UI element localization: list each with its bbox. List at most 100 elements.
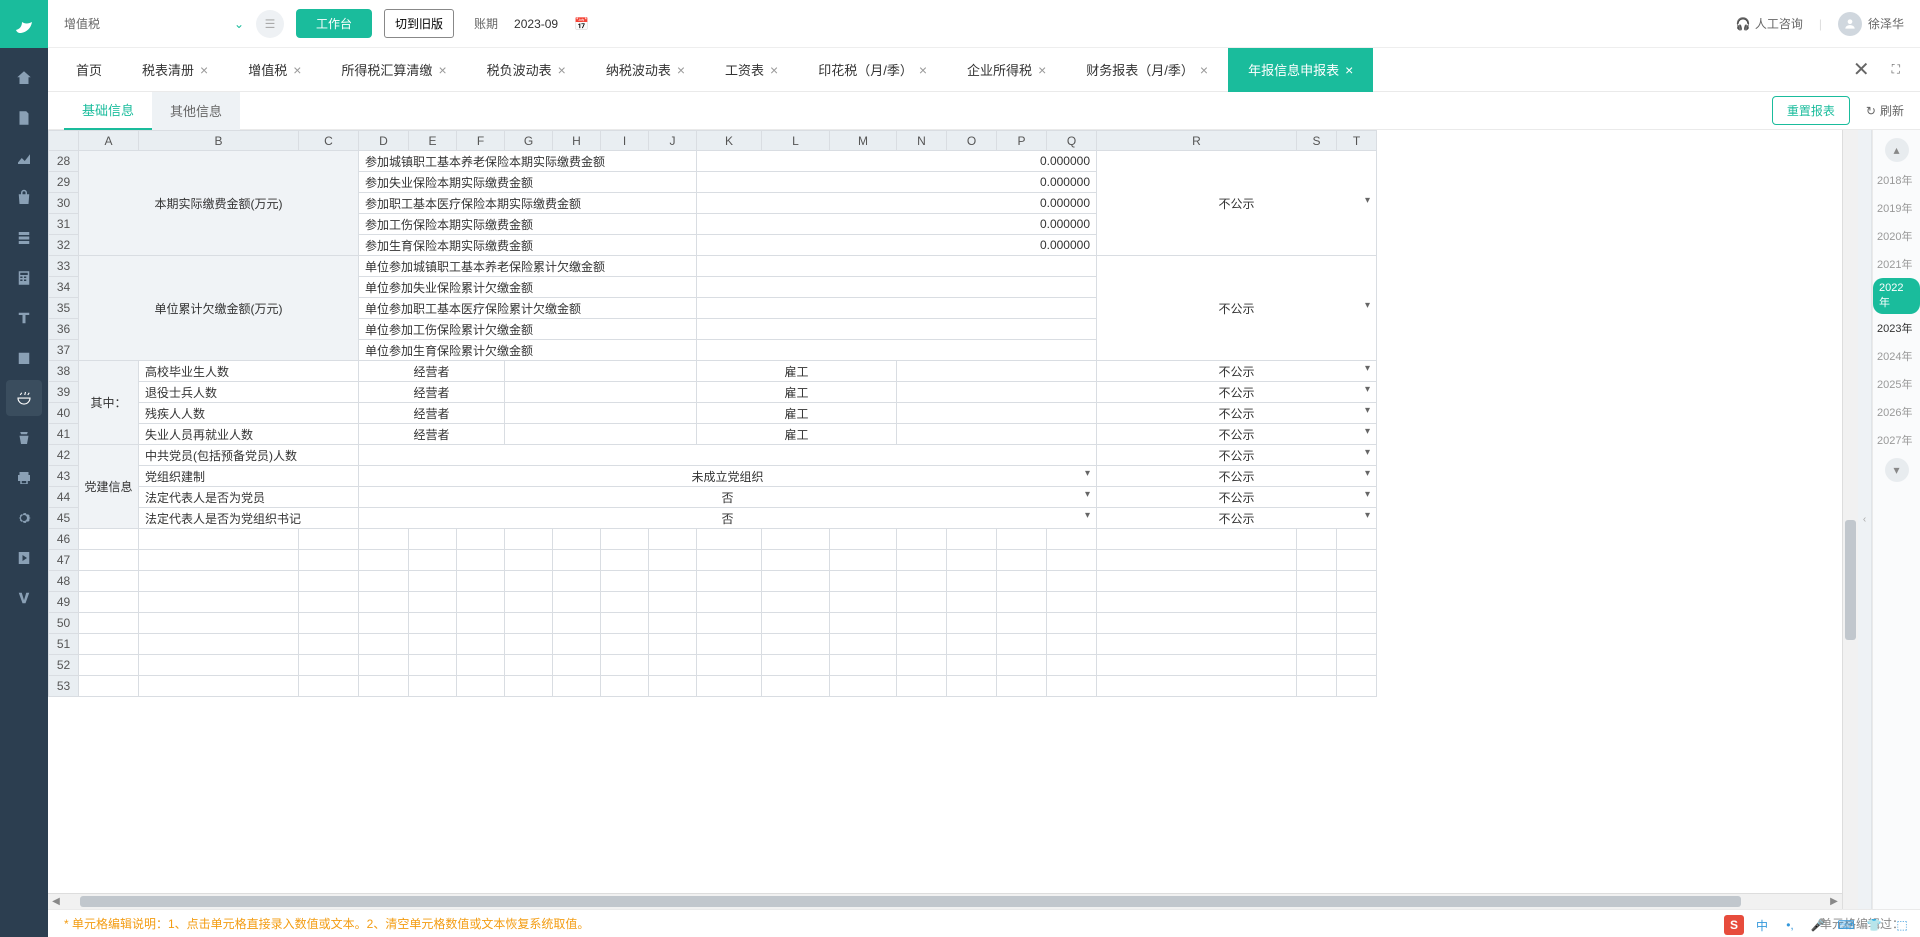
- close-icon[interactable]: ×: [1038, 62, 1046, 78]
- ime-kbd-icon[interactable]: ⌨: [1836, 915, 1856, 935]
- tab-工资表[interactable]: 工资表×: [705, 48, 798, 92]
- ime-mic-icon[interactable]: 🎤: [1808, 915, 1828, 935]
- cell[interactable]: [409, 550, 457, 571]
- year-2026年[interactable]: 2026年: [1873, 398, 1920, 426]
- cell[interactable]: [762, 571, 830, 592]
- v-scroll-thumb[interactable]: [1845, 520, 1856, 640]
- cell[interactable]: [553, 592, 601, 613]
- cell[interactable]: [505, 634, 553, 655]
- ime-zh-icon[interactable]: 中: [1752, 915, 1772, 935]
- switch-old-button[interactable]: 切到旧版: [384, 9, 454, 38]
- app-logo[interactable]: [0, 0, 48, 48]
- col-header-R[interactable]: R: [1097, 131, 1297, 151]
- cell-desc[interactable]: 参加生育保险本期实际缴费金额: [359, 235, 697, 256]
- cell[interactable]: [1097, 655, 1297, 676]
- cell-desc[interactable]: 参加职工基本医疗保险本期实际缴费金额: [359, 193, 697, 214]
- nav-list-icon[interactable]: [6, 220, 42, 256]
- cell[interactable]: [830, 634, 897, 655]
- cell-value[interactable]: [697, 256, 1097, 277]
- col-header-C[interactable]: C: [299, 131, 359, 151]
- nav-doc-icon[interactable]: [6, 100, 42, 136]
- cell[interactable]: [1297, 592, 1337, 613]
- row-header-43[interactable]: 43: [49, 466, 79, 487]
- cell-value[interactable]: 0.000000: [697, 235, 1097, 256]
- cell[interactable]: [139, 529, 299, 550]
- cell[interactable]: [947, 613, 997, 634]
- cell[interactable]: [139, 676, 299, 697]
- cell[interactable]: [947, 529, 997, 550]
- cell-desc[interactable]: 法定代表人是否为党组织书记: [139, 508, 359, 529]
- cell-desc[interactable]: 高校毕业生人数: [139, 361, 359, 382]
- subtab-basic[interactable]: 基础信息: [64, 92, 152, 130]
- nav-bag-icon[interactable]: [6, 180, 42, 216]
- cell[interactable]: [601, 676, 649, 697]
- cell[interactable]: [1047, 655, 1097, 676]
- cell-desc[interactable]: 参加工伤保险本期实际缴费金额: [359, 214, 697, 235]
- cell[interactable]: [457, 529, 505, 550]
- cell[interactable]: [79, 529, 139, 550]
- cell-c1[interactable]: 经营者: [359, 424, 505, 445]
- cell-value[interactable]: [697, 298, 1097, 319]
- cell-desc[interactable]: 参加城镇职工基本养老保险本期实际缴费金额: [359, 151, 697, 172]
- cell[interactable]: [649, 529, 697, 550]
- cell[interactable]: [359, 592, 409, 613]
- cell[interactable]: [457, 676, 505, 697]
- row-header-46[interactable]: 46: [49, 529, 79, 550]
- cell[interactable]: [1097, 634, 1297, 655]
- disp-select[interactable]: 不公示: [1097, 382, 1377, 403]
- cell[interactable]: [830, 613, 897, 634]
- cell[interactable]: [762, 613, 830, 634]
- year-2019年[interactable]: 2019年: [1873, 194, 1920, 222]
- tab-增值税[interactable]: 增值税×: [228, 48, 321, 92]
- cell[interactable]: [897, 550, 947, 571]
- tab-所得税汇算清缴[interactable]: 所得税汇算清缴×: [321, 48, 466, 92]
- cell[interactable]: [947, 550, 997, 571]
- cell[interactable]: [409, 571, 457, 592]
- cell[interactable]: [553, 529, 601, 550]
- nav-play-icon[interactable]: [6, 540, 42, 576]
- cell-desc[interactable]: 退役士兵人数: [139, 382, 359, 403]
- cell[interactable]: [359, 571, 409, 592]
- cell-desc[interactable]: 中共党员(包括预备党员)人数: [139, 445, 359, 466]
- ime-skin-icon[interactable]: 👕: [1864, 915, 1884, 935]
- h-scroll-thumb[interactable]: [80, 896, 1741, 907]
- cell[interactable]: [457, 613, 505, 634]
- row-header-42[interactable]: 42: [49, 445, 79, 466]
- col-header-J[interactable]: J: [649, 131, 697, 151]
- cell[interactable]: [1097, 613, 1297, 634]
- cell[interactable]: [601, 571, 649, 592]
- scroll-left-icon[interactable]: ◀: [48, 896, 64, 907]
- cell-c1[interactable]: 经营者: [359, 382, 505, 403]
- cell[interactable]: [897, 571, 947, 592]
- cell[interactable]: [1337, 529, 1377, 550]
- cell[interactable]: [1297, 634, 1337, 655]
- cell[interactable]: [79, 592, 139, 613]
- cell-c2[interactable]: 雇工: [697, 403, 897, 424]
- col-header-L[interactable]: L: [762, 131, 830, 151]
- cell[interactable]: [505, 571, 553, 592]
- cell[interactable]: [697, 571, 762, 592]
- row-header-37[interactable]: 37: [49, 340, 79, 361]
- cell[interactable]: [505, 592, 553, 613]
- cell[interactable]: [299, 592, 359, 613]
- cell[interactable]: [1097, 592, 1297, 613]
- nav-cal-icon[interactable]: [6, 340, 42, 376]
- cell[interactable]: [947, 676, 997, 697]
- spreadsheet[interactable]: ABCDEFGHIJKLMNOPQRST 28本期实际缴费金额(万元)参加城镇职…: [48, 130, 1377, 697]
- cell[interactable]: [359, 529, 409, 550]
- close-icon[interactable]: ×: [1345, 62, 1353, 78]
- cell[interactable]: [505, 403, 697, 424]
- col-header-D[interactable]: D: [359, 131, 409, 151]
- cell[interactable]: [299, 655, 359, 676]
- cell[interactable]: [830, 529, 897, 550]
- cell[interactable]: [79, 676, 139, 697]
- cell-desc[interactable]: 法定代表人是否为党员: [139, 487, 359, 508]
- nav-calc-icon[interactable]: [6, 260, 42, 296]
- close-icon[interactable]: ×: [200, 62, 208, 78]
- cell[interactable]: [697, 655, 762, 676]
- cell[interactable]: [409, 676, 457, 697]
- cell[interactable]: [997, 613, 1047, 634]
- nav-home-icon[interactable]: [6, 60, 42, 96]
- cell[interactable]: [649, 613, 697, 634]
- workspace-button[interactable]: 工作台: [296, 9, 372, 38]
